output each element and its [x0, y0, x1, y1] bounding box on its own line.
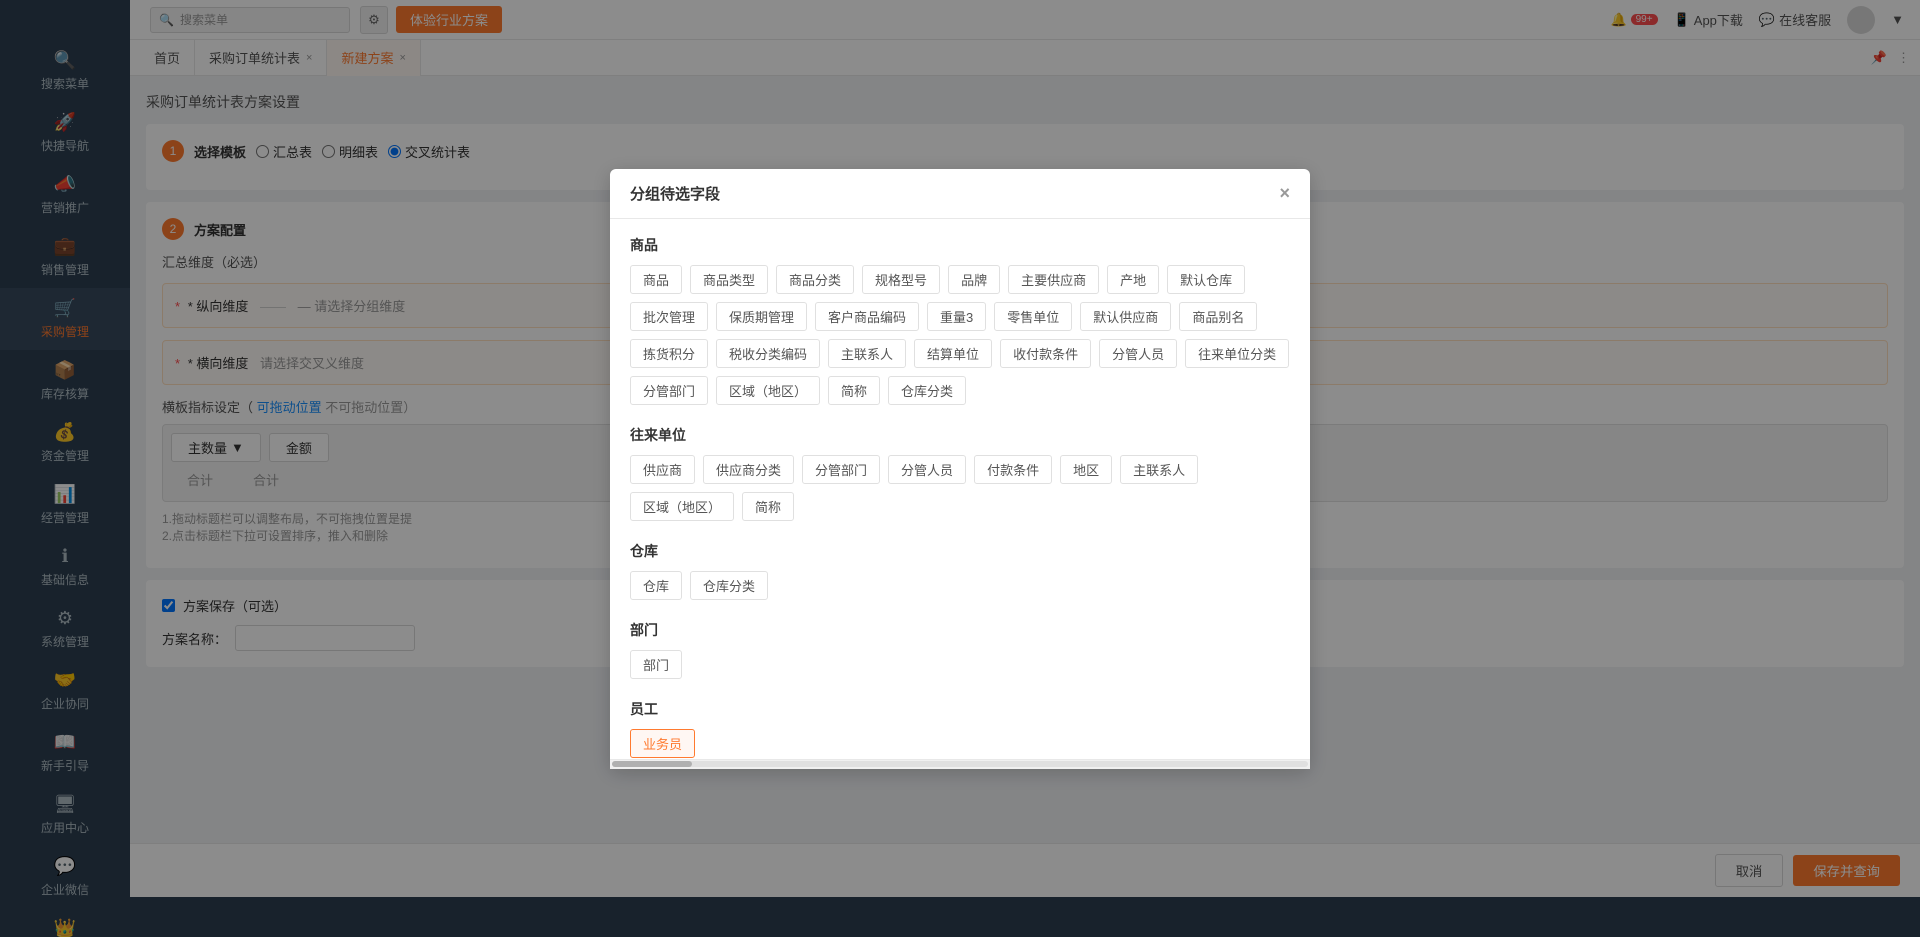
product-fields: 商品 商品类型 商品分类 规格型号 品牌 主要供应商 产地 默认仓库 批次管理 … — [630, 265, 1290, 405]
warehouse-fields: 仓库 仓库分类 — [630, 571, 1290, 600]
field-short-name[interactable]: 简称 — [828, 376, 880, 405]
field-region[interactable]: 区域（地区） — [716, 376, 820, 405]
hscroll-track — [612, 761, 1308, 767]
field-warehouse-category[interactable]: 仓库分类 — [690, 571, 768, 600]
field-supplier[interactable]: 供应商 — [630, 455, 695, 484]
dept-section-title: 部门 — [630, 620, 1290, 640]
staff-section-title: 员工 — [630, 699, 1290, 719]
product-section: 商品 商品 商品类型 商品分类 规格型号 品牌 主要供应商 产地 默认仓库 批次… — [630, 235, 1290, 405]
warehouse-section: 仓库 仓库 仓库分类 — [630, 541, 1290, 600]
field-short-name2[interactable]: 简称 — [742, 492, 794, 521]
partner-section-title: 往来单位 — [630, 425, 1290, 445]
modal-title: 分组待选字段 — [630, 183, 720, 204]
field-warehouse-cat[interactable]: 仓库分类 — [888, 376, 966, 405]
modal-body[interactable]: 商品 商品 商品类型 商品分类 规格型号 品牌 主要供应商 产地 默认仓库 批次… — [610, 219, 1310, 760]
warehouse-section-title: 仓库 — [630, 541, 1290, 561]
modal-hscroll[interactable] — [610, 759, 1310, 768]
field-main-contact[interactable]: 主联系人 — [828, 339, 906, 368]
field-dept2[interactable]: 分管部门 — [802, 455, 880, 484]
field-area[interactable]: 地区 — [1060, 455, 1112, 484]
field-weight3[interactable]: 重量3 — [927, 302, 986, 331]
field-dept[interactable]: 分管部门 — [630, 376, 708, 405]
partner-fields: 供应商 供应商分类 分管部门 分管人员 付款条件 地区 主联系人 区域（地区） … — [630, 455, 1290, 521]
field-default-warehouse[interactable]: 默认仓库 — [1167, 265, 1245, 294]
field-product[interactable]: 商品 — [630, 265, 682, 294]
field-department[interactable]: 部门 — [630, 650, 682, 679]
field-supervisor[interactable]: 分管人员 — [1099, 339, 1177, 368]
field-region2[interactable]: 区域（地区） — [630, 492, 734, 521]
modal-close-button[interactable]: × — [1279, 183, 1290, 204]
product-section-title: 商品 — [630, 235, 1290, 255]
staff-section: 员工 业务员 — [630, 699, 1290, 758]
field-settlement-unit[interactable]: 结算单位 — [914, 339, 992, 368]
field-default-supplier[interactable]: 默认供应商 — [1080, 302, 1171, 331]
field-customer-code[interactable]: 客户商品编码 — [815, 302, 919, 331]
field-batch-mgmt[interactable]: 批次管理 — [630, 302, 708, 331]
field-spec[interactable]: 规格型号 — [862, 265, 940, 294]
field-origin[interactable]: 产地 — [1107, 265, 1159, 294]
staff-fields: 业务员 — [630, 729, 1290, 758]
field-pick-points[interactable]: 拣货积分 — [630, 339, 708, 368]
field-product-type[interactable]: 商品类型 — [690, 265, 768, 294]
field-product-alias[interactable]: 商品别名 — [1179, 302, 1257, 331]
field-partner-category[interactable]: 往来单位分类 — [1185, 339, 1289, 368]
field-supplier-cat[interactable]: 供应商分类 — [703, 455, 794, 484]
field-payment-terms[interactable]: 收付款条件 — [1000, 339, 1091, 368]
modal-overlay: 分组待选字段 × 商品 商品 商品类型 商品分类 规格型号 品牌 主要供应商 产… — [0, 0, 1920, 937]
field-tax-code[interactable]: 税收分类编码 — [716, 339, 820, 368]
hscroll-thumb — [612, 761, 692, 767]
field-main-contact2[interactable]: 主联系人 — [1120, 455, 1198, 484]
modal: 分组待选字段 × 商品 商品 商品类型 商品分类 规格型号 品牌 主要供应商 产… — [610, 169, 1310, 769]
field-supervisor2[interactable]: 分管人员 — [888, 455, 966, 484]
modal-header: 分组待选字段 × — [610, 169, 1310, 219]
field-staff[interactable]: 业务员 — [630, 729, 695, 758]
field-brand[interactable]: 品牌 — [948, 265, 1000, 294]
field-main-supplier[interactable]: 主要供应商 — [1008, 265, 1099, 294]
field-retail-unit[interactable]: 零售单位 — [994, 302, 1072, 331]
dept-fields: 部门 — [630, 650, 1290, 679]
partner-section: 往来单位 供应商 供应商分类 分管部门 分管人员 付款条件 地区 主联系人 区域… — [630, 425, 1290, 521]
field-warehouse[interactable]: 仓库 — [630, 571, 682, 600]
field-payment-cond[interactable]: 付款条件 — [974, 455, 1052, 484]
dept-section: 部门 部门 — [630, 620, 1290, 679]
field-product-category[interactable]: 商品分类 — [776, 265, 854, 294]
field-expiry-mgmt[interactable]: 保质期管理 — [716, 302, 807, 331]
